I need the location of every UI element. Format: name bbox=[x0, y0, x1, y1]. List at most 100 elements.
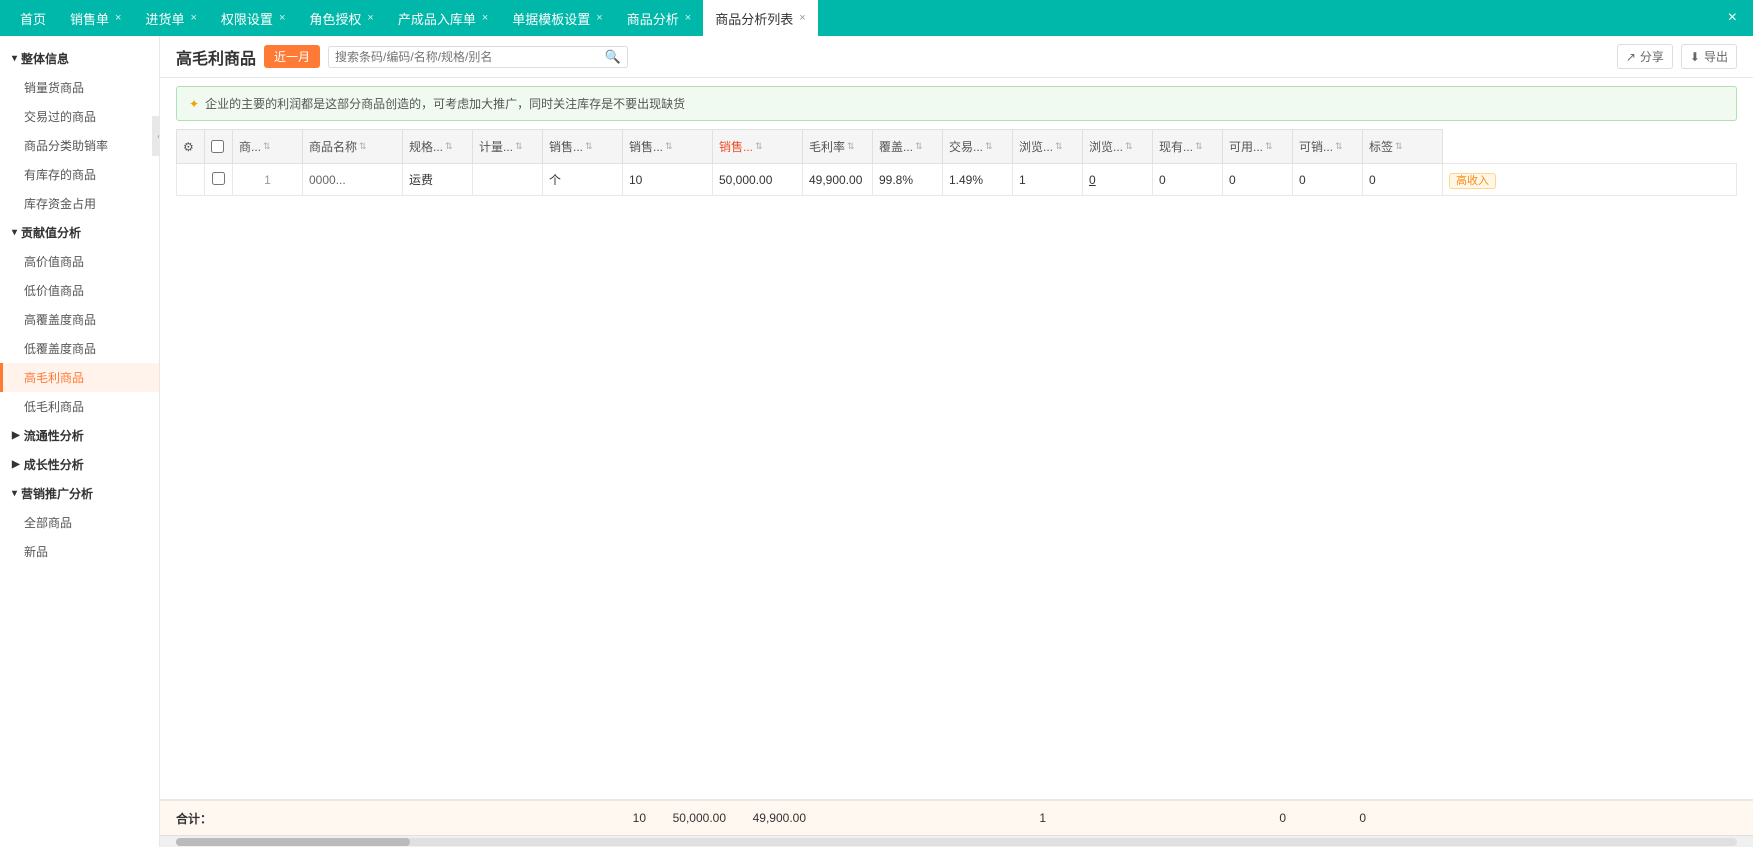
table-row: 1 0000... 运费 个 10 50,000.00 49,900.00 99… bbox=[177, 164, 1737, 196]
scrollbar-thumb[interactable] bbox=[176, 838, 410, 846]
sidebar-section-circulation[interactable]: ▶ 流通性分析 bbox=[0, 421, 159, 450]
cell-code: 1 bbox=[233, 164, 303, 196]
window-close-icon[interactable]: × bbox=[1720, 9, 1745, 27]
close-icon[interactable]: × bbox=[367, 12, 373, 24]
sort-icon: ⇅ bbox=[359, 141, 367, 152]
content-header: 高毛利商品 近一月 🔍 ↗ 分享 ⬇ 导出 bbox=[160, 36, 1753, 78]
row-checkbox[interactable] bbox=[212, 172, 225, 185]
nav-product-analysis[interactable]: 商品分析 × bbox=[615, 0, 703, 36]
cell-unit: 个 bbox=[543, 164, 623, 196]
nav-analysis-list[interactable]: 商品分析列表 × bbox=[703, 0, 817, 36]
nav-role[interactable]: 角色授权 × bbox=[297, 0, 385, 36]
sidebar-item-stock-goods[interactable]: 有库存的商品 bbox=[0, 160, 159, 189]
col-checkbox[interactable] bbox=[205, 130, 233, 164]
table-container: ⚙ 商...⇅ 商品名称⇅ 规格...⇅ bbox=[160, 129, 1753, 799]
col-spec[interactable]: 规格...⇅ bbox=[403, 130, 473, 164]
sidebar-item-stock-capital[interactable]: 库存资金占用 bbox=[0, 189, 159, 218]
product-table: ⚙ 商...⇅ 商品名称⇅ 规格...⇅ bbox=[176, 129, 1737, 196]
col-sales-amount[interactable]: 销售...⇅ bbox=[623, 130, 713, 164]
nav-permission[interactable]: 权限设置 × bbox=[209, 0, 297, 36]
sort-icon: ⇅ bbox=[1265, 141, 1273, 152]
col-current-stock[interactable]: 现有...⇅ bbox=[1153, 130, 1223, 164]
export-button[interactable]: ⬇ 导出 bbox=[1681, 44, 1737, 69]
top-nav: 首页 销售单 × 进货单 × 权限设置 × 角色授权 × 产成品入库单 × 单据… bbox=[0, 0, 1753, 36]
sidebar-item-low-margin[interactable]: 低毛利商品 bbox=[0, 392, 159, 421]
col-sales-profit[interactable]: 销售...⇅ bbox=[713, 130, 803, 164]
nav-home[interactable]: 首页 bbox=[8, 0, 58, 36]
chevron-right-icon: ▶ bbox=[12, 430, 20, 441]
sidebar-item-sales-goods[interactable]: 销量货商品 bbox=[0, 73, 159, 102]
cell-sales-qty: 10 bbox=[623, 164, 713, 196]
sidebar-item-high-coverage[interactable]: 高覆盖度商品 bbox=[0, 305, 159, 334]
sidebar-section-overall[interactable]: ▾ 整体信息 bbox=[0, 44, 159, 73]
sidebar-item-low-value[interactable]: 低价值商品 bbox=[0, 276, 159, 305]
cell-checkbox[interactable] bbox=[205, 164, 233, 196]
sort-icon: ⇅ bbox=[847, 141, 855, 152]
nav-purchase[interactable]: 进货单 × bbox=[133, 0, 208, 36]
share-icon: ↗ bbox=[1626, 50, 1636, 64]
close-icon[interactable]: × bbox=[482, 12, 488, 24]
sidebar-section-contribution[interactable]: ▾ 贡献值分析 bbox=[0, 218, 159, 247]
col-browse2[interactable]: 浏览...⇅ bbox=[1083, 130, 1153, 164]
col-saleable-stock[interactable]: 可销...⇅ bbox=[1293, 130, 1363, 164]
sidebar-item-category-rate[interactable]: 商品分类助销率 bbox=[0, 131, 159, 160]
sort-icon: ⇅ bbox=[1395, 141, 1403, 152]
search-box: 🔍 bbox=[328, 46, 628, 68]
cell-browse1[interactable]: 0 bbox=[1083, 164, 1153, 196]
sort-icon: ⇅ bbox=[665, 141, 673, 152]
col-unit[interactable]: 计量...⇅ bbox=[473, 130, 543, 164]
cell-saleable-stock: 0 bbox=[1363, 164, 1443, 196]
nav-product-inbound[interactable]: 产成品入库单 × bbox=[386, 0, 500, 36]
col-browse1[interactable]: 浏览...⇅ bbox=[1013, 130, 1083, 164]
nav-template[interactable]: 单据模板设置 × bbox=[500, 0, 614, 36]
close-icon[interactable]: × bbox=[685, 12, 691, 24]
share-button[interactable]: ↗ 分享 bbox=[1617, 44, 1673, 69]
horizontal-scrollbar[interactable] bbox=[160, 835, 1753, 847]
footer-total-label: 合计： bbox=[176, 810, 256, 827]
sort-icon: ⇅ bbox=[985, 141, 993, 152]
close-icon[interactable]: × bbox=[799, 12, 805, 24]
close-icon[interactable]: × bbox=[190, 12, 196, 24]
sidebar-section-marketing[interactable]: ▾ 营销推广分析 bbox=[0, 479, 159, 508]
sort-icon: ⇅ bbox=[445, 141, 453, 152]
col-available-stock[interactable]: 可用...⇅ bbox=[1223, 130, 1293, 164]
close-icon[interactable]: × bbox=[115, 12, 121, 24]
col-gross-margin[interactable]: 毛利率⇅ bbox=[803, 130, 873, 164]
sidebar-item-new-goods[interactable]: 新品 bbox=[0, 537, 159, 566]
cell-coverage: 1.49% bbox=[943, 164, 1013, 196]
sidebar-item-low-coverage[interactable]: 低覆盖度商品 bbox=[0, 334, 159, 363]
sort-icon: ⇅ bbox=[1125, 141, 1133, 152]
sort-icon: ⇅ bbox=[1055, 141, 1063, 152]
filter-recent-month-button[interactable]: 近一月 bbox=[264, 45, 320, 68]
col-coverage[interactable]: 覆盖...⇅ bbox=[873, 130, 943, 164]
sidebar-section-growth[interactable]: ▶ 成长性分析 bbox=[0, 450, 159, 479]
sidebar-item-traded-goods[interactable]: 交易过的商品 bbox=[0, 102, 159, 131]
sidebar: « ▾ 整体信息 销量货商品 交易过的商品 商品分类助销率 有库存的商品 库存资… bbox=[0, 36, 160, 847]
footer-total-row: 合计： 10 50,000.00 49,900.00 1 0 0 bbox=[160, 799, 1753, 835]
cell-gross-margin: 99.8% bbox=[873, 164, 943, 196]
cell-settings bbox=[177, 164, 205, 196]
col-code[interactable]: 商...⇅ bbox=[233, 130, 303, 164]
search-input[interactable] bbox=[335, 50, 605, 64]
cell-browse2: 0 bbox=[1153, 164, 1223, 196]
sidebar-item-high-value[interactable]: 高价值商品 bbox=[0, 247, 159, 276]
col-transaction[interactable]: 交易...⇅ bbox=[943, 130, 1013, 164]
col-settings[interactable]: ⚙ bbox=[177, 130, 205, 164]
main-layout: « ▾ 整体信息 销量货商品 交易过的商品 商品分类助销率 有库存的商品 库存资… bbox=[0, 36, 1753, 847]
close-icon[interactable]: × bbox=[596, 12, 602, 24]
content-area: 高毛利商品 近一月 🔍 ↗ 分享 ⬇ 导出 ✦ 企业的主要的利润都是这部分商品创… bbox=[160, 36, 1753, 847]
table-header-row: ⚙ 商...⇅ 商品名称⇅ 规格...⇅ bbox=[177, 130, 1737, 164]
cell-product-name: 运费 bbox=[403, 164, 473, 196]
sort-icon: ⇅ bbox=[515, 141, 523, 152]
select-all-checkbox[interactable] bbox=[211, 140, 224, 153]
sort-icon: ⇅ bbox=[263, 141, 271, 152]
nav-sales[interactable]: 销售单 × bbox=[58, 0, 133, 36]
col-sales-qty[interactable]: 销售...⇅ bbox=[543, 130, 623, 164]
sidebar-item-all-goods[interactable]: 全部商品 bbox=[0, 508, 159, 537]
close-icon[interactable]: × bbox=[279, 12, 285, 24]
col-tag[interactable]: 标签⇅ bbox=[1363, 130, 1443, 164]
sidebar-item-high-margin[interactable]: 高毛利商品 bbox=[0, 363, 159, 392]
cell-name-code: 0000... bbox=[303, 164, 403, 196]
sidebar-collapse-button[interactable]: « bbox=[152, 116, 160, 156]
col-name[interactable]: 商品名称⇅ bbox=[303, 130, 403, 164]
